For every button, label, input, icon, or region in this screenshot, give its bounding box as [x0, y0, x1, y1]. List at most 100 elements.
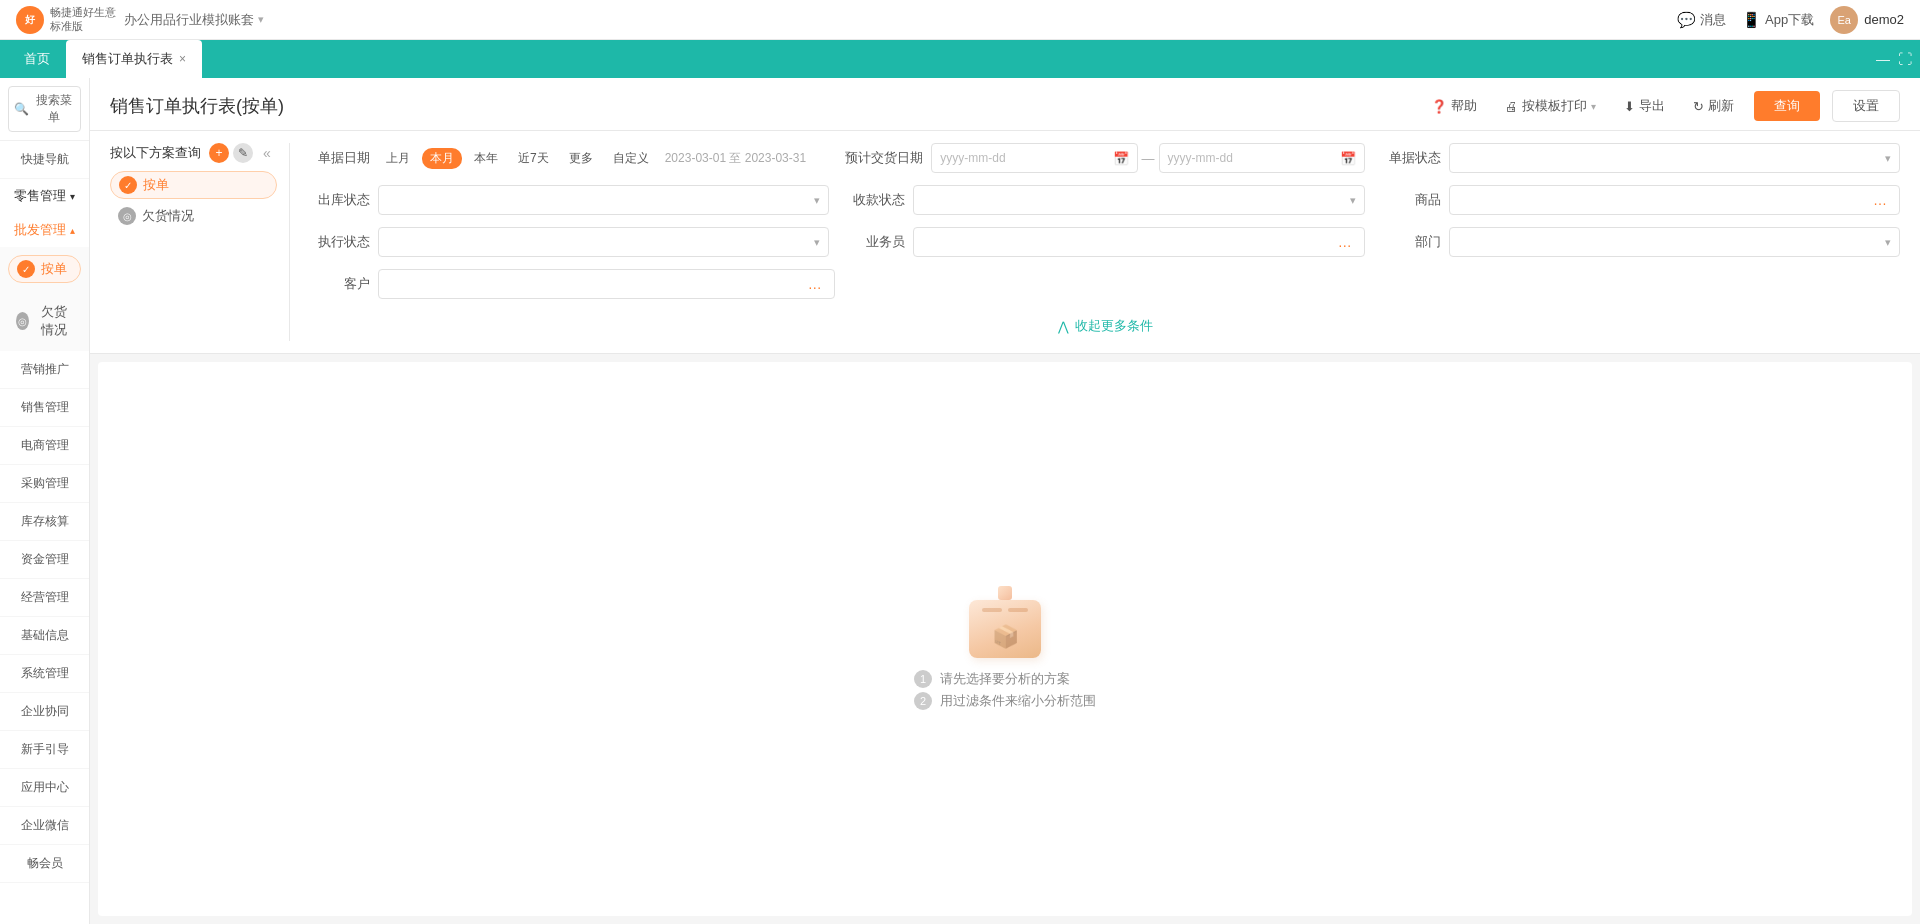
sidebar-item-purchase[interactable]: 采购管理: [0, 465, 89, 503]
sidebar-item-sales[interactable]: 销售管理: [0, 389, 89, 427]
collapse-button[interactable]: ⋀ 收起更多条件: [310, 311, 1900, 341]
filter-row-2: 出库状态 ▾ 收款状态 ▾: [310, 185, 1900, 215]
app-download-button[interactable]: 📱 App下载: [1742, 11, 1814, 29]
backorder-icon: ◎: [16, 312, 29, 330]
tab-sales-order[interactable]: 销售订单执行表 ×: [66, 40, 202, 78]
out-status-select[interactable]: ▾: [378, 185, 829, 215]
empty-state: 📦 1 请先选择要分析的方案 2 用过滤条件来缩小分析范围: [914, 568, 1096, 710]
print-arrow-icon: ▾: [1591, 101, 1596, 112]
date-tag-last-month[interactable]: 上月: [378, 148, 418, 169]
top-bar-right: 💬 消息 📱 App下载 Ea demo2: [1677, 6, 1904, 34]
date-tag-this-year[interactable]: 本年: [466, 148, 506, 169]
sidebar-item-quick-nav[interactable]: 快捷导航: [0, 141, 89, 179]
sidebar-item-wechat[interactable]: 企业微信: [0, 807, 89, 845]
date-tag-more[interactable]: 更多: [561, 148, 601, 169]
date-tag-this-month[interactable]: 本月: [422, 148, 462, 169]
main-layout: 🔍 搜索菜单 快捷导航 零售管理 ▾ 批发管理 ▴ ✓ 按单 ◎ 欠货情况: [0, 78, 1920, 924]
customer-select[interactable]: …: [378, 269, 835, 299]
date-tag-group: 上月 本月 本年 近7天 更多 自定义 2023-03-01 至 2023-03…: [378, 148, 829, 169]
refresh-button[interactable]: ↻ 刷新: [1685, 93, 1742, 119]
help-icon: ❓: [1431, 99, 1447, 114]
collection-status-select[interactable]: ▾: [913, 185, 1364, 215]
minimize-button[interactable]: —: [1876, 51, 1890, 67]
app-download-icon: 📱: [1742, 11, 1761, 29]
top-bar-left: 好 畅捷通好生意 标准版 办公用品行业模拟账套 ▾: [16, 6, 264, 34]
maximize-button[interactable]: ⛶: [1898, 51, 1912, 67]
sidebar-item-retail[interactable]: 零售管理 ▾: [0, 179, 89, 213]
export-button[interactable]: ⬇ 导出: [1616, 93, 1673, 119]
calendar-start-icon: 📅: [1113, 151, 1129, 166]
empty-line-2: 2 用过滤条件来缩小分析范围: [914, 692, 1096, 710]
sidebar-item-basic-info[interactable]: 基础信息: [0, 617, 89, 655]
filter-fields: 单据日期 上月 本月 本年 近7天 更多 自定义 2023-03-01 至 20…: [290, 143, 1900, 341]
collapse-solution-icon[interactable]: «: [257, 143, 277, 163]
date-label: 单据日期: [310, 149, 370, 167]
goods-select[interactable]: …: [1449, 185, 1900, 215]
settings-button[interactable]: 设置: [1832, 90, 1900, 122]
solution-icons: + ✎ «: [209, 143, 277, 163]
solution-item-backorder[interactable]: ◎ 欠货情况: [110, 203, 277, 229]
goods-field: 商品 …: [1381, 185, 1900, 215]
sidebar-item-newbie[interactable]: 新手引导: [0, 731, 89, 769]
date-field: 单据日期 上月 本月 本年 近7天 更多 自定义 2023-03-01 至 20…: [310, 148, 829, 169]
goods-ellipsis-icon: …: [1869, 192, 1891, 208]
print-button[interactable]: 🖨 按模板打印 ▾: [1497, 93, 1604, 119]
query-button[interactable]: 查询: [1754, 91, 1820, 121]
sidebar-item-finance[interactable]: 资金管理: [0, 541, 89, 579]
calendar-end-icon: 📅: [1340, 151, 1356, 166]
dept-select[interactable]: ▾: [1449, 227, 1900, 257]
sidebar-item-enterprise[interactable]: 企业协同: [0, 693, 89, 731]
sidebar-item-inventory[interactable]: 库存核算: [0, 503, 89, 541]
sidebar-item-marketing[interactable]: 营销推广: [0, 351, 89, 389]
sidebar-subitem-by-order[interactable]: ✓ 按单: [0, 247, 89, 291]
salesperson-select[interactable]: …: [913, 227, 1364, 257]
sidebar-item-system[interactable]: 系统管理: [0, 655, 89, 693]
add-solution-icon[interactable]: +: [209, 143, 229, 163]
customer-ellipsis-icon: …: [804, 276, 826, 292]
data-area: 📦 1 请先选择要分析的方案 2 用过滤条件来缩小分析范围: [98, 362, 1912, 916]
filter-layout: 按以下方案查询 + ✎ « ✓ 按单 ◎ 欠货情况: [110, 143, 1900, 341]
date-tag-custom[interactable]: 自定义: [605, 148, 657, 169]
salesperson-ellipsis-icon: …: [1334, 234, 1356, 250]
message-button[interactable]: 💬 消息: [1677, 11, 1726, 29]
user-area[interactable]: Ea demo2: [1830, 6, 1904, 34]
solution-item-byorder[interactable]: ✓ 按单: [110, 171, 277, 199]
exec-status-label: 执行状态: [310, 233, 370, 251]
out-status-label: 出库状态: [310, 191, 370, 209]
sidebar-item-operations[interactable]: 经营管理: [0, 579, 89, 617]
sidebar-subitem-backorder[interactable]: ◎ 欠货情况: [0, 291, 89, 351]
solution-title: 按以下方案查询 + ✎ «: [110, 143, 277, 163]
sidebar-item-wholesale[interactable]: 批发管理 ▴: [0, 213, 89, 247]
filter-row-1: 单据日期 上月 本月 本年 近7天 更多 自定义 2023-03-01 至 20…: [310, 143, 1900, 173]
search-icon: 🔍: [14, 102, 29, 116]
doc-status-select[interactable]: ▾: [1449, 143, 1900, 173]
empty-illustration: 📦: [950, 568, 1060, 658]
exec-status-select[interactable]: ▾: [378, 227, 829, 257]
date-tag-7days[interactable]: 近7天: [510, 148, 557, 169]
sidebar-item-app-center[interactable]: 应用中心: [0, 769, 89, 807]
content-area: 销售订单执行表(按单) ❓ 帮助 🖨 按模板打印 ▾ ⬇ 导出 ↻ 刷新: [90, 78, 1920, 924]
sidebar-item-member[interactable]: 畅会员: [0, 845, 89, 883]
edit-solution-icon[interactable]: ✎: [233, 143, 253, 163]
collection-status-label: 收款状态: [845, 191, 905, 209]
breadcrumb[interactable]: 办公用品行业模拟账套 ▾: [124, 11, 264, 29]
expected-date-end[interactable]: yyyy-mm-dd 📅: [1159, 143, 1365, 173]
exec-status-arrow-icon: ▾: [814, 236, 820, 249]
help-button[interactable]: ❓ 帮助: [1423, 93, 1485, 119]
tab-close-icon[interactable]: ×: [179, 52, 186, 66]
print-icon: 🖨: [1505, 99, 1518, 114]
avatar: Ea: [1830, 6, 1858, 34]
date-range-display: 2023-03-01 至 2023-03-31: [665, 150, 806, 167]
chevron-up-icon: ▴: [70, 225, 75, 236]
page-title: 销售订单执行表(按单): [110, 94, 284, 118]
expected-date-start[interactable]: yyyy-mm-dd 📅: [931, 143, 1137, 173]
empty-lines: 1 请先选择要分析的方案 2 用过滤条件来缩小分析范围: [914, 670, 1096, 710]
search-menu-button[interactable]: 🔍 搜索菜单: [8, 86, 81, 132]
active-solution-icon: ✓: [17, 260, 35, 278]
tab-home[interactable]: 首页: [8, 40, 66, 78]
collapse-icon: ⋀: [1058, 319, 1069, 334]
sidebar-item-ecommerce[interactable]: 电商管理: [0, 427, 89, 465]
customer-label: 客户: [310, 275, 370, 293]
salesperson-label: 业务员: [845, 233, 905, 251]
user-name: demo2: [1864, 12, 1904, 27]
